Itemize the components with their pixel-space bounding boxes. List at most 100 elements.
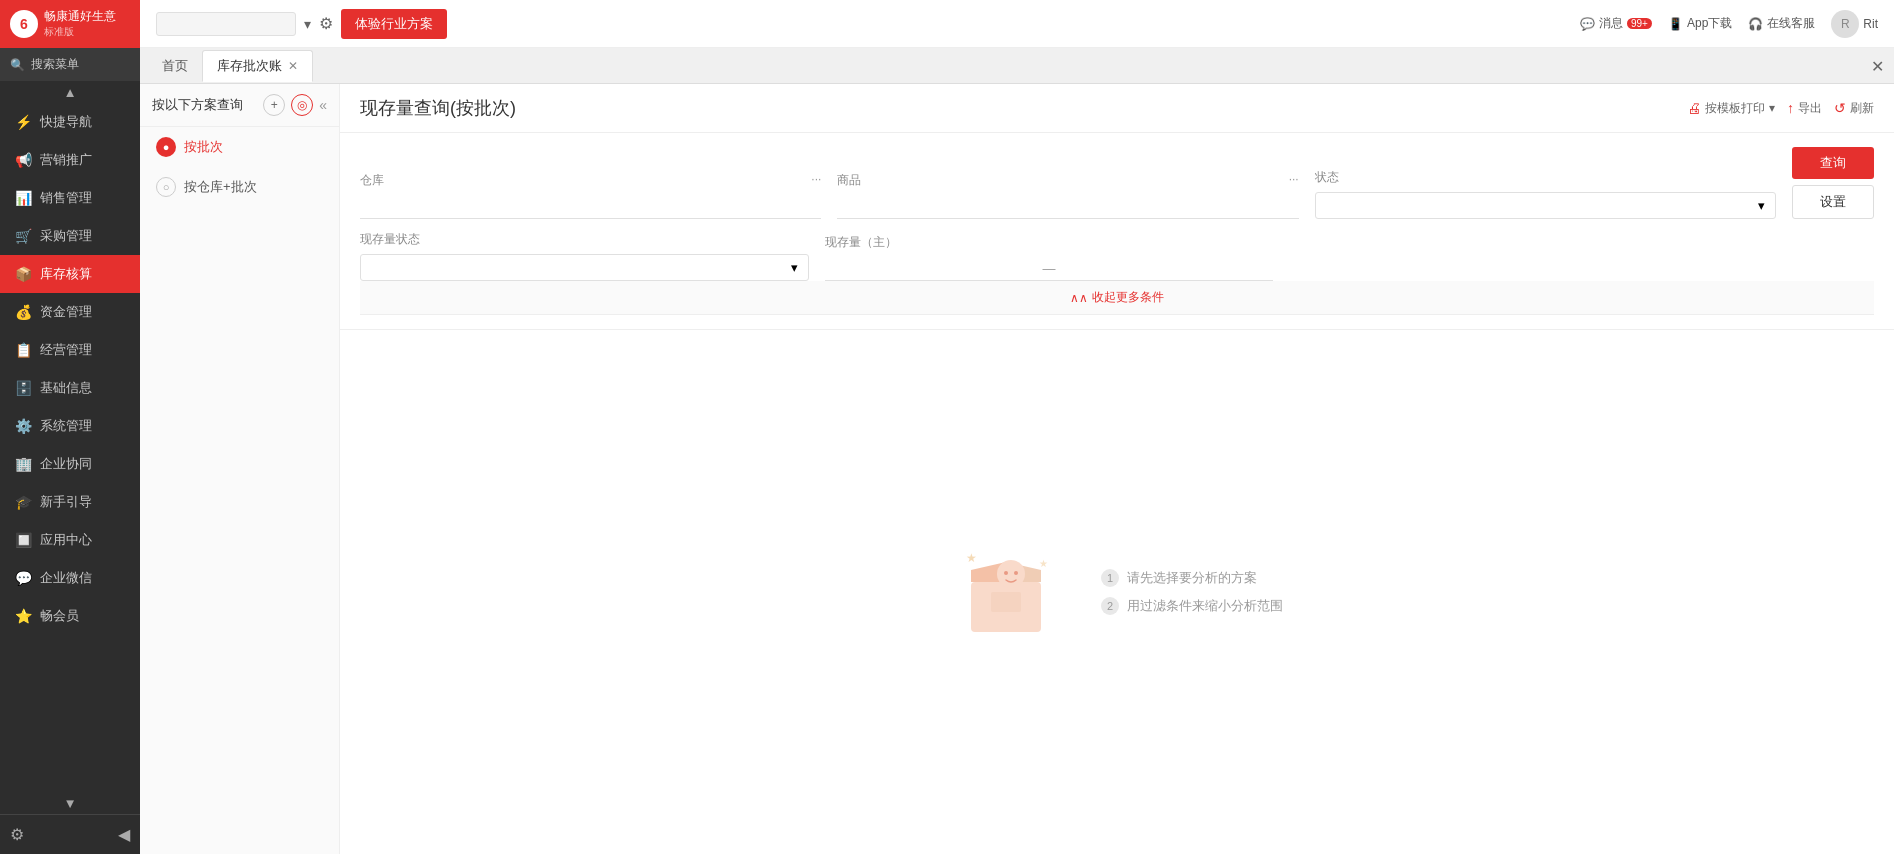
refresh-btn[interactable]: ↺ 刷新 [1834, 100, 1874, 117]
status-filter-label: 状态 [1315, 169, 1339, 186]
sidebar-item-member[interactable]: ⭐ 畅会员 [0, 597, 140, 635]
svg-point-5 [1004, 571, 1008, 575]
search-label: 搜索菜单 [31, 56, 79, 73]
stock-qty-max-input[interactable] [1064, 261, 1274, 276]
goods-more-icon[interactable]: ··· [1289, 172, 1299, 189]
filter-stock-status-group: 现存量状态 ▾ [360, 231, 809, 281]
warehouse-more-icon[interactable]: ··· [811, 172, 821, 189]
sidebar-item-wechat[interactable]: 💬 企业微信 [0, 559, 140, 597]
sidebar-item-operation[interactable]: 📋 经营管理 [0, 331, 140, 369]
sidebar-item-apps[interactable]: 🔲 应用中心 [0, 521, 140, 559]
print-dropdown-icon: ▾ [1769, 101, 1775, 115]
goods-input[interactable] [837, 199, 1298, 214]
panel-collapse-btn[interactable]: « [319, 97, 327, 113]
topbar-settings-btn[interactable]: ⚙ [319, 14, 333, 33]
tab-area-close-btn[interactable]: ✕ [1871, 56, 1884, 75]
export-btn[interactable]: ↑ 导出 [1787, 100, 1822, 117]
user-menu-btn[interactable]: R Rit [1831, 10, 1878, 38]
filter-settings-btn[interactable]: 设置 [1792, 185, 1874, 219]
wechat-icon: 💬 [14, 569, 32, 587]
panel-actions: + ◎ « [263, 94, 327, 116]
panel-title: 按以下方案查询 [152, 96, 243, 114]
sidebar-item-quick[interactable]: ⚡ 快捷导航 [0, 103, 140, 141]
export-label: 导出 [1798, 100, 1822, 117]
scroll-down-btn[interactable]: ▼ [0, 792, 140, 814]
hint-item-1: 1 请先选择要分析的方案 [1101, 569, 1283, 587]
sidebar-item-marketing[interactable]: 📢 营销推广 [0, 141, 140, 179]
stock-qty-min-input[interactable] [825, 261, 1035, 276]
sidebar-item-system[interactable]: ⚙️ 系统管理 [0, 407, 140, 445]
tab-home[interactable]: 首页 [148, 51, 202, 81]
settings-footer-btn[interactable]: ⚙ [10, 825, 24, 844]
sidebar-search[interactable]: 🔍 搜索菜单 [0, 48, 140, 81]
sidebar-header: 6 畅康通好生意 标准版 [0, 0, 140, 48]
step-num-1: 1 [1101, 569, 1119, 587]
status-select[interactable]: ▾ [1315, 192, 1776, 219]
collapse-bar[interactable]: ∧∧ 收起更多条件 [360, 281, 1874, 315]
tab-home-label: 首页 [162, 57, 188, 75]
filter-area: 仓库 ··· 商品 ··· [340, 133, 1894, 330]
sidebar-item-enterprise[interactable]: 🏢 企业协同 [0, 445, 140, 483]
finance-icon: 💰 [14, 303, 32, 321]
query-btn[interactable]: 查询 [1792, 147, 1874, 179]
svg-text:★: ★ [1039, 558, 1048, 569]
sidebar-item-label: 快捷导航 [40, 113, 92, 131]
warehouse-batch-icon: ○ [156, 177, 176, 197]
range-dash: — [1043, 261, 1056, 276]
refresh-label: 刷新 [1850, 100, 1874, 117]
panel-item-warehouse-batch[interactable]: ○ 按仓库+批次 [140, 167, 339, 207]
messages-btn[interactable]: 💬 消息 99+ [1580, 15, 1652, 32]
purchase-icon: 🛒 [14, 227, 32, 245]
system-icon: ⚙️ [14, 417, 32, 435]
sidebar-item-label: 库存核算 [40, 265, 92, 283]
sidebar-item-inventory[interactable]: 📦 库存核算 [0, 255, 140, 293]
tab-close-btn[interactable]: ✕ [288, 59, 298, 73]
warehouse-input[interactable] [360, 199, 821, 214]
trial-btn[interactable]: 体验行业方案 [341, 9, 447, 39]
empty-state: ★ ★ 1 请先选择要分析的方案 2 用过滤条件来缩小分析范围 [340, 330, 1894, 854]
scroll-up-btn[interactable]: ▲ [0, 81, 140, 103]
sidebar: 6 畅康通好生意 标准版 🔍 搜索菜单 ▲ ⚡ 快捷导航 📢 营销推广 📊 销售… [0, 0, 140, 854]
sidebar-item-basic[interactable]: 🗄️ 基础信息 [0, 369, 140, 407]
sidebar-item-purchase[interactable]: 🛒 采购管理 [0, 217, 140, 255]
hint-text-1: 请先选择要分析的方案 [1127, 569, 1257, 587]
empty-illustration: ★ ★ [951, 532, 1071, 652]
page-title: 现存量查询(按批次) [360, 96, 516, 120]
panel-target-btn[interactable]: ◎ [291, 94, 313, 116]
apps-icon: 🔲 [14, 531, 32, 549]
panel-add-btn[interactable]: + [263, 94, 285, 116]
tab-inventory-batch[interactable]: 库存批次账 ✕ [202, 50, 313, 82]
sidebar-item-label: 经营管理 [40, 341, 92, 359]
goods-filter-label: 商品 [837, 172, 861, 189]
marketing-icon: 📢 [14, 151, 32, 169]
print-btn[interactable]: 🖨 按模板打印 ▾ [1687, 100, 1775, 117]
sidebar-item-sales[interactable]: 📊 销售管理 [0, 179, 140, 217]
stock-status-dropdown-icon: ▾ [791, 260, 798, 275]
empty-hints: 1 请先选择要分析的方案 2 用过滤条件来缩小分析范围 [1101, 569, 1283, 615]
app-version: 标准版 [44, 25, 116, 39]
sales-icon: 📊 [14, 189, 32, 207]
sidebar-item-label: 采购管理 [40, 227, 92, 245]
svg-text:★: ★ [966, 551, 977, 565]
filter-warehouse-group: 仓库 ··· [360, 172, 821, 219]
messages-label: 消息 [1599, 15, 1623, 32]
sidebar-item-label: 销售管理 [40, 189, 92, 207]
sidebar-item-newbie[interactable]: 🎓 新手引导 [0, 483, 140, 521]
stock-status-select[interactable]: ▾ [360, 254, 809, 281]
topbar: ▾ ⚙ 体验行业方案 💬 消息 99+ 📱 App下载 🎧 在线客服 R [140, 0, 1894, 48]
online-service-btn[interactable]: 🎧 在线客服 [1748, 15, 1815, 32]
goods-input-wrap [837, 195, 1298, 219]
warehouse-input-wrap [360, 195, 821, 219]
page-content: 按以下方案查询 + ◎ « ● 按批次 ○ 按仓库+批次 现存量查询(按批次) [140, 84, 1894, 854]
topbar-dropdown-btn[interactable]: ▾ [304, 16, 311, 32]
newbie-icon: 🎓 [14, 493, 32, 511]
collapse-sidebar-btn[interactable]: ◀ [118, 825, 130, 844]
export-icon: ↑ [1787, 100, 1794, 116]
app-download-btn[interactable]: 📱 App下载 [1668, 15, 1732, 32]
sidebar-item-finance[interactable]: 💰 资金管理 [0, 293, 140, 331]
user-name: Rit [1863, 17, 1878, 31]
tab-inventory-batch-label: 库存批次账 [217, 57, 282, 75]
operation-icon: 📋 [14, 341, 32, 359]
panel-item-batch[interactable]: ● 按批次 [140, 127, 339, 167]
topbar-search-input[interactable] [156, 12, 296, 36]
